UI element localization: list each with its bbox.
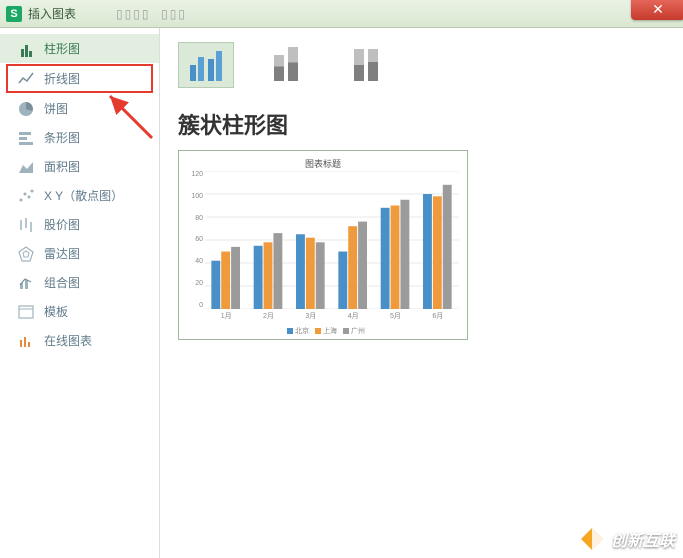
- scatter-chart-icon: [18, 188, 34, 204]
- content-pane: 簇状柱形图 图表标题 120100806040200 1月2月3月4月5月6月 …: [160, 28, 683, 558]
- chart-legend: 北京上海广州: [179, 326, 467, 336]
- sidebar-item-label: 股价图: [44, 216, 80, 233]
- sidebar-item-scatter[interactable]: X Y（散点图）: [0, 181, 159, 210]
- sidebar-item-column[interactable]: 柱形图: [0, 34, 159, 63]
- app-icon: S: [6, 6, 22, 22]
- sidebar-item-online[interactable]: 在线图表: [0, 326, 159, 355]
- y-axis: 120100806040200: [185, 171, 203, 309]
- sidebar-item-label: 饼图: [44, 100, 68, 117]
- hbar-chart-icon: [18, 130, 34, 146]
- close-icon: ✕: [652, 1, 664, 18]
- sidebar-item-template[interactable]: 模板: [0, 297, 159, 326]
- online-chart-icon: [18, 333, 34, 349]
- sidebar-item-label: 折线图: [44, 70, 80, 87]
- x-axis: 1月2月3月4月5月6月: [205, 311, 459, 323]
- template-icon: [18, 304, 34, 320]
- sidebar-item-label: 在线图表: [44, 332, 92, 349]
- area-chart-icon: [18, 159, 34, 175]
- title-bar: S 插入图表 ▯▯▯▯ ▯▯▯ ✕: [0, 0, 683, 28]
- subtype-clustered[interactable]: [178, 42, 234, 88]
- dialog-body: 柱形图 折线图 饼图 条形图 面积图 X Y（散点图） 股价图 雷达图: [0, 28, 683, 558]
- sidebar-item-label: X Y（散点图）: [44, 187, 123, 204]
- sidebar-item-pie[interactable]: 饼图: [0, 94, 159, 123]
- sidebar-item-bar[interactable]: 条形图: [0, 123, 159, 152]
- sidebar-item-label: 组合图: [44, 274, 80, 291]
- title-ghost: ▯▯▯▯ ▯▯▯: [116, 7, 187, 21]
- plot-area: [205, 171, 459, 309]
- sidebar-item-area[interactable]: 面积图: [0, 152, 159, 181]
- watermark-text: 创新互联: [611, 527, 675, 551]
- sidebar-item-label: 模板: [44, 303, 68, 320]
- line-chart-icon: [18, 71, 34, 87]
- sidebar-item-radar[interactable]: 雷达图: [0, 239, 159, 268]
- stock-chart-icon: [18, 217, 34, 233]
- sidebar-item-label: 柱形图: [44, 40, 80, 57]
- window-title: 插入图表: [28, 5, 76, 22]
- sidebar-item-label: 面积图: [44, 158, 80, 175]
- chart-inner-title: 图表标题: [187, 157, 459, 170]
- pie-chart-icon: [18, 101, 34, 117]
- sidebar-item-label: 雷达图: [44, 245, 80, 262]
- bar-chart-icon: [18, 41, 34, 57]
- chart-type-sidebar: 柱形图 折线图 饼图 条形图 面积图 X Y（散点图） 股价图 雷达图: [0, 28, 160, 558]
- subtype-100stacked[interactable]: [338, 42, 394, 88]
- combo-chart-icon: [18, 275, 34, 291]
- sidebar-item-stock[interactable]: 股价图: [0, 210, 159, 239]
- sidebar-item-combo[interactable]: 组合图: [0, 268, 159, 297]
- watermark: 创新互联: [579, 526, 675, 552]
- radar-chart-icon: [18, 246, 34, 262]
- sidebar-item-line[interactable]: 折线图: [6, 64, 153, 93]
- subtype-stacked[interactable]: [258, 42, 314, 88]
- close-button[interactable]: ✕: [631, 0, 683, 20]
- sidebar-item-label: 条形图: [44, 129, 80, 146]
- subtype-row: [178, 42, 665, 88]
- watermark-logo-icon: [579, 526, 605, 552]
- chart-preview: 图表标题 120100806040200 1月2月3月4月5月6月 北京上海广州: [178, 150, 468, 340]
- chart-subtype-title: 簇状柱形图: [178, 108, 665, 140]
